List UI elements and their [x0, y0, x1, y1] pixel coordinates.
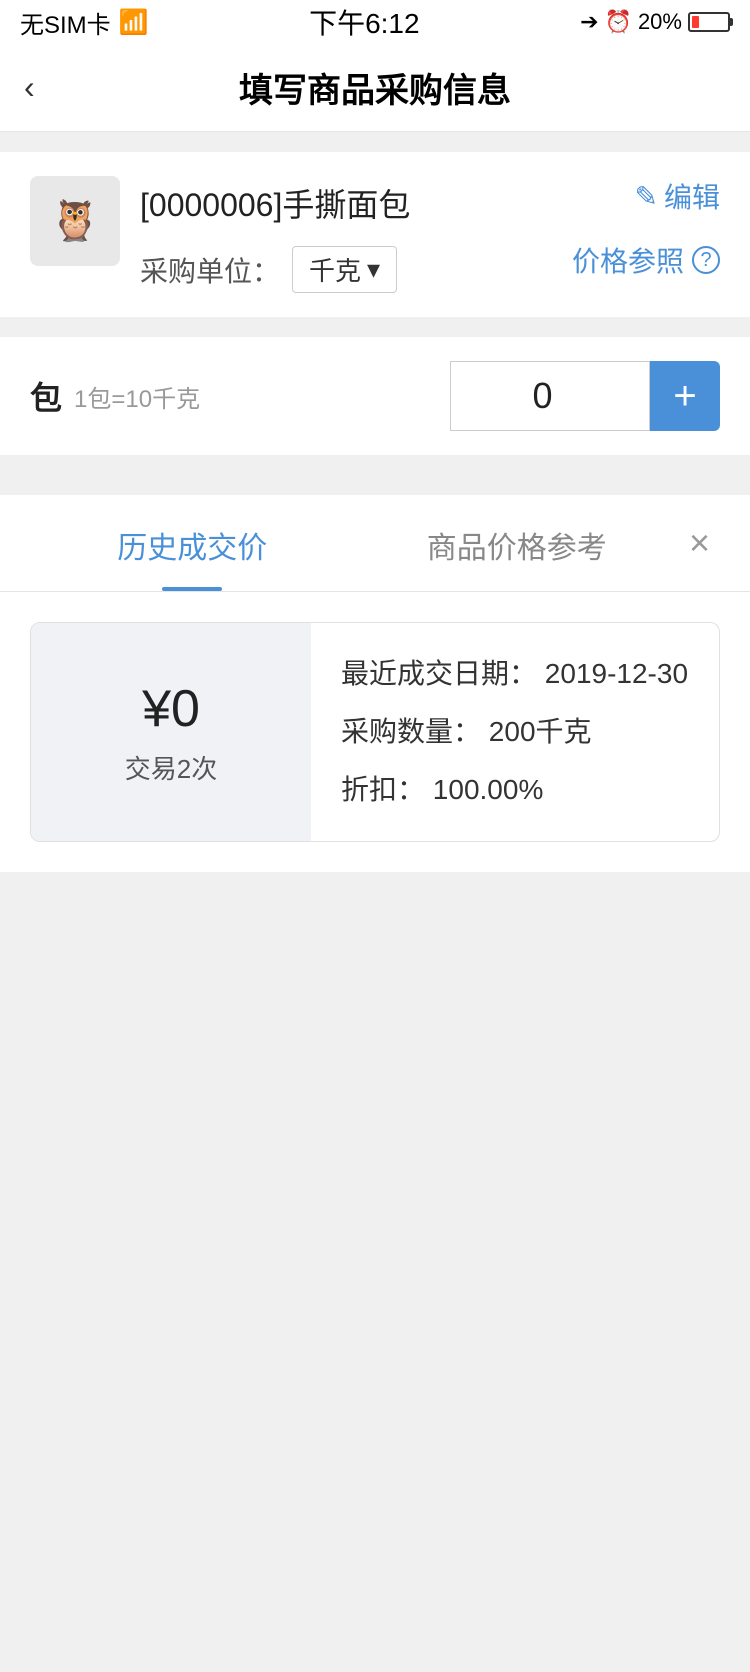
carrier-text: 无SIM卡: [20, 5, 111, 40]
product-image-icon: 🦉: [50, 201, 100, 241]
battery-percent: 20%: [638, 9, 682, 35]
battery-icon: [688, 12, 730, 32]
unit-select[interactable]: 千克 ▾: [292, 246, 397, 293]
page-title: 填写商品采购信息: [239, 63, 511, 112]
price-left-panel: ¥0 交易2次: [31, 623, 311, 841]
status-right: ➔ ⏰ 20%: [580, 9, 730, 35]
conversion-text: 1包=10千克: [74, 379, 200, 414]
product-unit-row: 采购单位： 千克 ▾: [140, 246, 410, 293]
main-background: [0, 872, 750, 1672]
location-icon: ➔: [580, 9, 598, 35]
status-left: 无SIM卡 📶: [20, 5, 149, 40]
nav-bar: ‹ 填写商品采购信息: [0, 44, 750, 132]
tab-price-ref-label: 商品价格参考: [427, 532, 607, 565]
help-icon: ?: [692, 246, 720, 274]
conversion-unit: 包: [30, 373, 62, 419]
discount-value: 100.00%: [433, 774, 544, 805]
price-card: ¥0 交易2次 最近成交日期： 2019-12-30 采购数量： 200千克 折…: [30, 622, 720, 842]
recent-date-value: 2019-12-30: [545, 658, 688, 689]
quantity-label-area: 包 1包=10千克: [30, 373, 200, 419]
product-name: [0000006]手撕面包: [140, 180, 410, 226]
quantity-row: 包 1包=10千克 +: [0, 337, 750, 455]
unit-value: 千克: [309, 251, 361, 288]
price-amount: ¥0: [142, 679, 200, 739]
price-ref-label: 价格参照: [572, 240, 684, 280]
divider: [0, 317, 750, 337]
product-thumbnail: 🦉: [30, 176, 120, 266]
tab-history-label: 历史成交价: [117, 532, 267, 565]
discount-label: 折扣：: [341, 774, 425, 805]
edit-icon: ✎: [635, 180, 658, 213]
edit-button[interactable]: ✎ 编辑: [635, 176, 720, 216]
edit-label: 编辑: [664, 176, 720, 216]
price-ref-button[interactable]: 价格参照 ?: [572, 240, 720, 280]
tab-history-price[interactable]: 历史成交价: [30, 495, 354, 591]
dropdown-arrow-icon: ▾: [367, 254, 380, 285]
quantity-input[interactable]: [450, 361, 650, 431]
tab-close-button[interactable]: ×: [679, 512, 720, 574]
recent-date-label: 最近成交日期：: [341, 658, 537, 689]
product-header: 🦉 [0000006]手撕面包 采购单位： 千克 ▾ ✎ 编辑 价格参照: [30, 176, 720, 293]
recent-date-row: 最近成交日期： 2019-12-30: [341, 653, 689, 695]
alarm-icon: ⏰: [605, 9, 632, 35]
purchase-qty-label: 采购数量：: [341, 716, 481, 747]
tabs-panel: 历史成交价 商品价格参考 × ¥0 交易2次 最近成交日期： 2019-12-3…: [0, 495, 750, 872]
tabs-header: 历史成交价 商品价格参考 ×: [0, 495, 750, 592]
product-card: 🦉 [0000006]手撕面包 采购单位： 千克 ▾ ✎ 编辑 价格参照: [0, 152, 750, 317]
quantity-plus-button[interactable]: +: [650, 361, 720, 431]
trade-count: 交易2次: [125, 749, 217, 786]
purchase-qty-value: 200千克: [489, 716, 592, 747]
status-bar: 无SIM卡 📶 下午6:12 ➔ ⏰ 20%: [0, 0, 750, 44]
back-button[interactable]: ‹: [24, 69, 35, 106]
status-time: 下午6:12: [309, 2, 420, 42]
product-left: 🦉 [0000006]手撕面包 采购单位： 千克 ▾: [30, 176, 410, 293]
discount-row: 折扣： 100.00%: [341, 769, 689, 811]
price-right-panel: 最近成交日期： 2019-12-30 采购数量： 200千克 折扣： 100.0…: [311, 623, 719, 841]
tab-product-price-ref[interactable]: 商品价格参考: [354, 495, 678, 591]
product-info: [0000006]手撕面包 采购单位： 千克 ▾: [140, 176, 410, 293]
history-content: ¥0 交易2次 最近成交日期： 2019-12-30 采购数量： 200千克 折…: [0, 592, 750, 872]
wifi-icon: 📶: [119, 8, 149, 37]
divider-2: [0, 455, 750, 475]
purchase-qty-row: 采购数量： 200千克: [341, 711, 689, 753]
unit-label: 采购单位：: [140, 250, 280, 290]
quantity-control: +: [450, 361, 720, 431]
